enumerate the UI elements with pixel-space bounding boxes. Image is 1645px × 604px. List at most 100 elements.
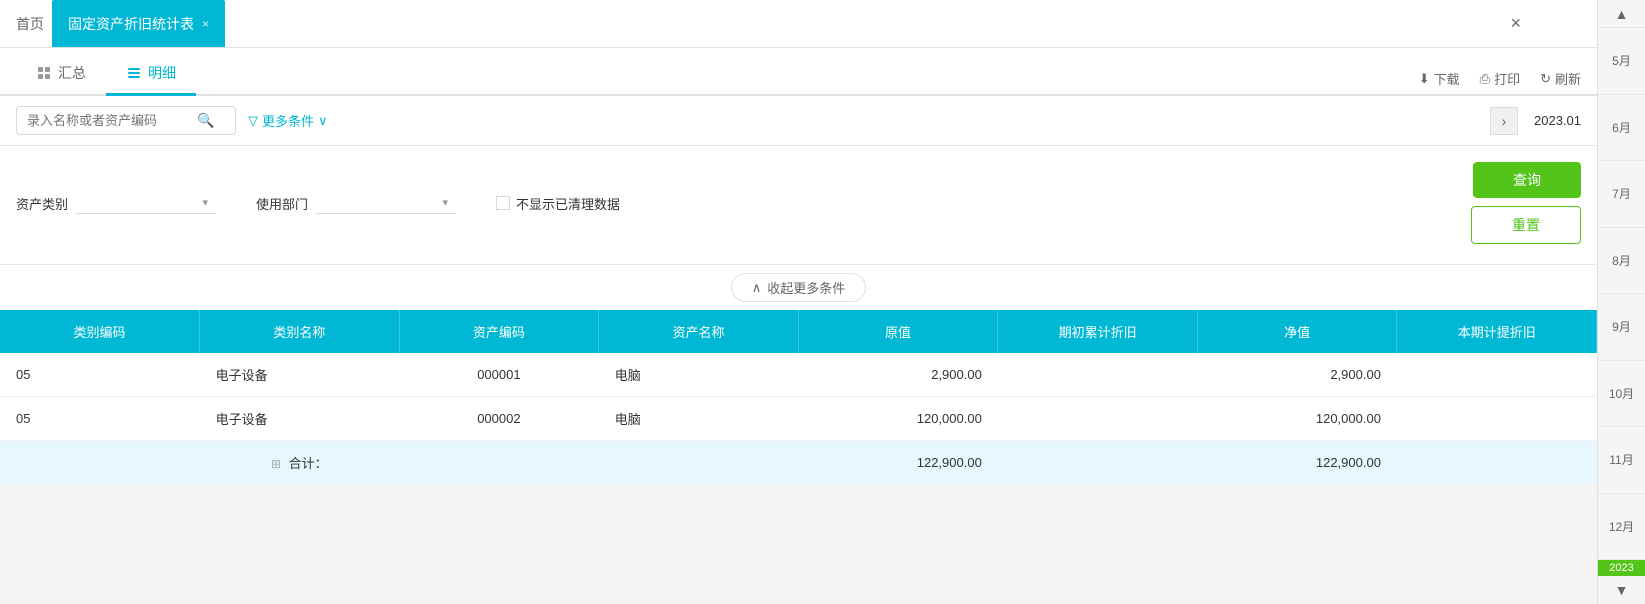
total-label: 合计： (289, 456, 328, 471)
col-original-value: 原值 (798, 310, 998, 353)
col-accumulated-dep: 期初累计折旧 (998, 310, 1198, 353)
cell-asset-name: 电脑 (599, 353, 799, 397)
search-input[interactable] (27, 113, 197, 128)
col-category-name: 类别名称 (200, 310, 400, 353)
tab-summary[interactable]: 汇总 (16, 53, 106, 96)
tab-detail[interactable]: 明细 (106, 53, 196, 96)
total-icon: ⊞ (271, 457, 281, 471)
sidebar-nav-down[interactable]: ▼ (1598, 576, 1645, 604)
total-current-dep (1397, 441, 1597, 485)
print-btn[interactable]: ⎙ 打印 (1480, 69, 1520, 88)
refresh-label: 刷新 (1555, 69, 1581, 88)
asset-category-arrow: ▾ (202, 196, 208, 209)
summary-icon (36, 65, 52, 81)
filter-asset-category: 资产类别 ▾ (16, 192, 216, 214)
cell-category-name: 电子设备 (200, 353, 400, 397)
more-conditions-label: 更多条件 (262, 111, 314, 130)
search-input-wrap: 🔍 (16, 106, 236, 135)
refresh-btn[interactable]: ↻ 刷新 (1540, 69, 1581, 88)
cell-asset-code: 000001 (399, 353, 599, 397)
more-conditions-btn[interactable]: ▽ 更多条件 ∨ (248, 111, 328, 130)
query-button[interactable]: 查询 (1473, 162, 1581, 198)
collapse-btn[interactable]: ∧ 收起更多条件 (731, 273, 867, 302)
no-cleared-checkbox[interactable] (496, 196, 510, 210)
chevron-up-icon: ∧ (752, 280, 762, 296)
col-asset-name: 资产名称 (599, 310, 799, 353)
total-asset-code (399, 441, 599, 485)
date-nav-arrow[interactable]: › (1490, 107, 1518, 135)
tab-bar: 汇总 明细 ⬇ 下载 ⎙ 打印 ↻ 刷新 (0, 48, 1597, 96)
reset-button[interactable]: 重置 (1471, 206, 1581, 244)
download-icon: ⬇ (1419, 71, 1430, 87)
cell-accumulated-dep (998, 397, 1198, 441)
cell-category-name: 电子设备 (200, 397, 400, 441)
sidebar-year-badge[interactable]: 2023 (1598, 560, 1645, 576)
cell-category-code: 05 (0, 353, 200, 397)
top-nav: 首页 固定资产折旧统计表 × × (0, 0, 1597, 48)
print-label: 打印 (1494, 69, 1520, 88)
col-asset-code: 资产编码 (399, 310, 599, 353)
total-asset-name (599, 441, 799, 485)
table-row: 05 电子设备 000002 电脑 120,000.00 120,000.00 (0, 397, 1597, 441)
sidebar-month-5[interactable]: 5月 (1598, 28, 1645, 95)
table-row: 05 电子设备 000001 电脑 2,900.00 2,900.00 (0, 353, 1597, 397)
active-tab[interactable]: 固定资产折旧统计表 × (52, 0, 225, 47)
department-label: 使用部门 (256, 194, 308, 213)
home-link[interactable]: 首页 (16, 14, 44, 34)
col-category-code: 类别编码 (0, 310, 200, 353)
action-buttons: 查询 重置 (1471, 162, 1581, 244)
no-cleared-checkbox-wrap: 不显示已清理数据 (496, 194, 620, 213)
filter-department: 使用部门 ▾ (256, 192, 456, 214)
download-btn[interactable]: ⬇ 下载 (1419, 69, 1460, 88)
filter-icon: ▽ (248, 113, 258, 129)
total-net-value: 122,900.00 (1197, 441, 1397, 485)
sidebar-month-7[interactable]: 7月 (1598, 161, 1645, 228)
sidebar-month-10[interactable]: 10月 (1598, 361, 1645, 428)
sidebar-month-6[interactable]: 6月 (1598, 95, 1645, 162)
table-header-row: 类别编码 类别名称 资产编码 资产名称 原值 期初累计折旧 净值 本期计提折旧 (0, 310, 1597, 353)
close-tab-icon[interactable]: × (202, 17, 209, 31)
sidebar-month-11[interactable]: 11月 (1598, 427, 1645, 494)
active-tab-label: 固定资产折旧统计表 (68, 14, 194, 34)
department-select[interactable]: ▾ (316, 192, 456, 214)
cell-original-value: 2,900.00 (798, 353, 998, 397)
date-indicator: 2023.01 (1534, 113, 1581, 128)
chevron-down-icon: ∨ (318, 113, 328, 129)
asset-category-label: 资产类别 (16, 194, 68, 213)
close-window-icon[interactable]: × (1510, 13, 1521, 34)
total-row: ⊞ 合计： 122,900.00 122,900.00 (0, 441, 1597, 485)
print-icon: ⎙ (1480, 71, 1490, 87)
filter-row: 资产类别 ▾ 使用部门 ▾ 不显示已清理数据 查询 重置 (16, 162, 1581, 244)
cell-net-value: 120,000.00 (1197, 397, 1397, 441)
department-arrow: ▾ (443, 196, 449, 209)
sidebar-nav-up[interactable]: ▲ (1598, 0, 1645, 28)
no-cleared-label: 不显示已清理数据 (516, 194, 620, 213)
sidebar-month-9[interactable]: 9月 (1598, 294, 1645, 361)
filter-area: 资产类别 ▾ 使用部门 ▾ 不显示已清理数据 查询 重置 (0, 146, 1597, 265)
total-original-value: 122,900.00 (798, 441, 998, 485)
total-accumulated-dep (998, 441, 1198, 485)
sidebar-month-8[interactable]: 8月 (1598, 228, 1645, 295)
cell-asset-code: 000002 (399, 397, 599, 441)
col-current-dep: 本期计提折旧 (1397, 310, 1597, 353)
sidebar-month-12[interactable]: 12月 (1598, 494, 1645, 561)
cell-net-value: 2,900.00 (1197, 353, 1397, 397)
cell-category-code: 05 (0, 397, 200, 441)
collapse-bar: ∧ 收起更多条件 (0, 265, 1597, 310)
search-icon: 🔍 (197, 112, 214, 129)
refresh-icon: ↻ (1540, 71, 1551, 87)
cell-accumulated-dep (998, 353, 1198, 397)
col-net-value: 净值 (1197, 310, 1397, 353)
cell-asset-name: 电脑 (599, 397, 799, 441)
collapse-label: 收起更多条件 (767, 278, 845, 297)
tab-summary-label: 汇总 (58, 63, 86, 83)
tab-detail-label: 明细 (148, 63, 176, 83)
cell-original-value: 120,000.00 (798, 397, 998, 441)
search-bar: 🔍 ▽ 更多条件 ∨ › 2023.01 (0, 96, 1597, 146)
cell-current-dep (1397, 353, 1597, 397)
asset-category-select[interactable]: ▾ (76, 192, 216, 214)
tab-actions: ⬇ 下载 ⎙ 打印 ↻ 刷新 (1419, 69, 1581, 94)
table-wrap: 类别编码 类别名称 资产编码 资产名称 原值 期初累计折旧 净值 本期计提折旧 … (0, 310, 1597, 485)
cell-current-dep (1397, 397, 1597, 441)
total-label-cell (0, 441, 200, 485)
